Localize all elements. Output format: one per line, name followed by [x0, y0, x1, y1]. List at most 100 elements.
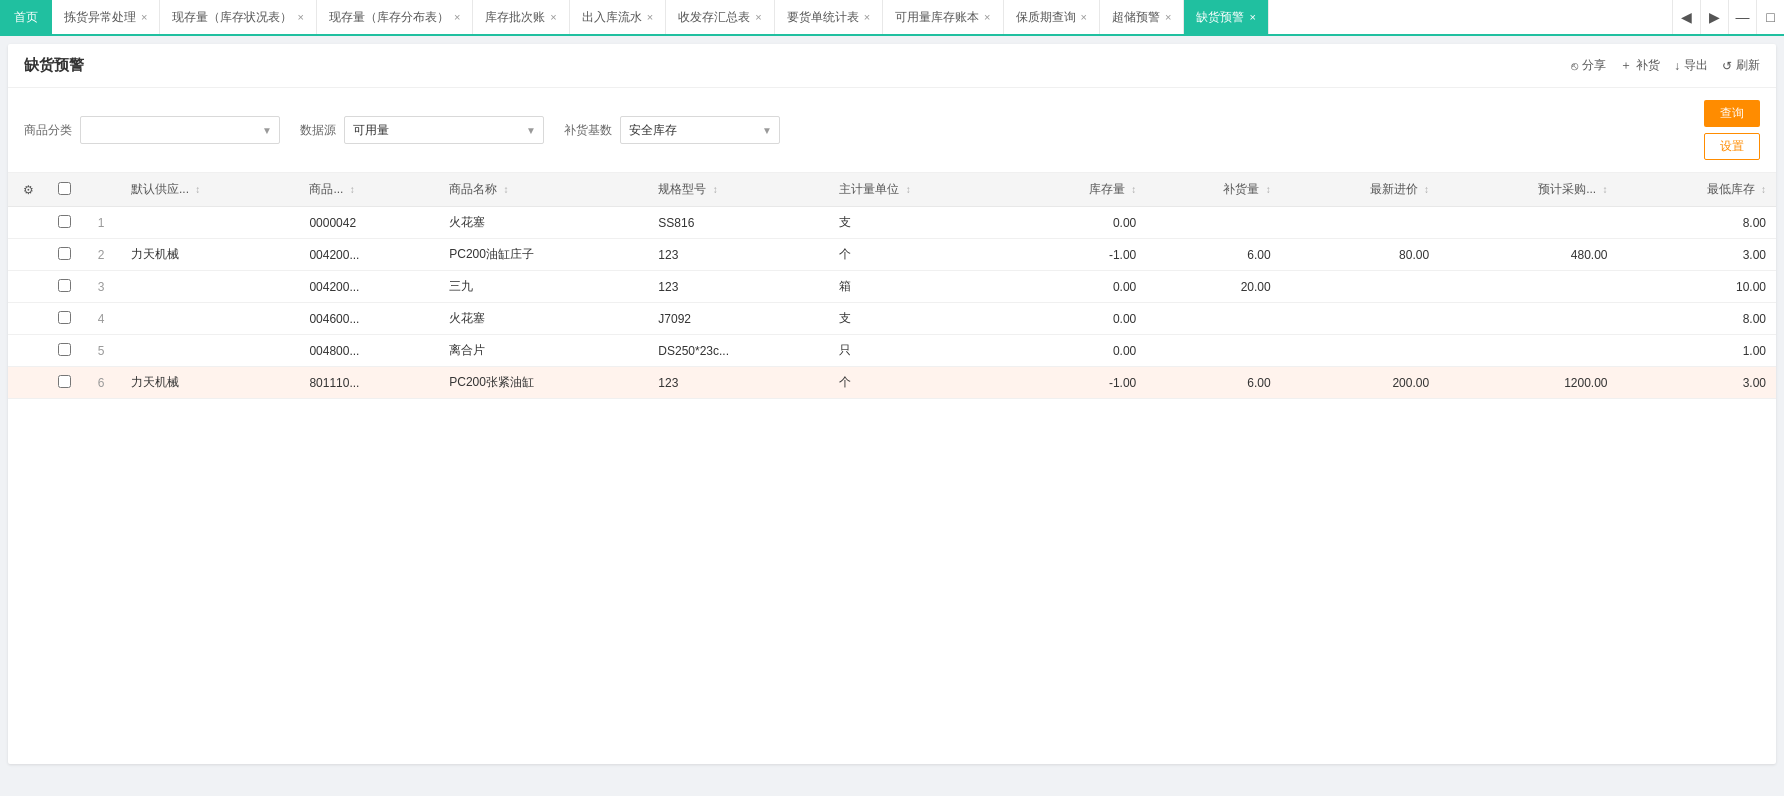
tab-nav-right[interactable]: ▶ — [1700, 0, 1728, 35]
tab-close-7[interactable]: × — [984, 11, 990, 23]
tab-label-7: 可用量库存账本 — [895, 9, 979, 26]
tab-close-1[interactable]: × — [297, 11, 303, 23]
table-row: 4 004600... 火花塞 J7092 支 0.00 8.00 — [8, 303, 1776, 335]
tab-close-2[interactable]: × — [454, 11, 460, 23]
tab-item-7[interactable]: 可用量库存账本 × — [883, 0, 1003, 34]
tab-item-10[interactable]: 缺货预警 × — [1184, 0, 1268, 34]
th-replenish[interactable]: 补货量 ↕ — [1146, 173, 1280, 207]
data-table: ⚙ 默认供应... ↕ 商品... ↕ 商品名称 ↕ — [8, 173, 1776, 399]
page-container: 缺货预警 ⎋ 分享 ＋ 补货 ↓ 导出 ↺ 刷新 商品分类 — [8, 44, 1776, 764]
th-product-name-sort-icon: ↕ — [504, 184, 509, 195]
row-gear-2[interactable] — [8, 271, 48, 303]
row-unit-5: 个 — [829, 367, 1011, 399]
share-action[interactable]: ⎋ 分享 — [1571, 57, 1606, 74]
row-replenish-4 — [1146, 335, 1280, 367]
tab-nav-left[interactable]: ◀ — [1672, 0, 1700, 35]
tab-item-5[interactable]: 收发存汇总表 × — [666, 0, 774, 34]
row-replenish-1: 6.00 — [1146, 239, 1280, 271]
row-estimated-purchase-4 — [1439, 335, 1617, 367]
row-code-1: 004200... — [299, 239, 439, 271]
th-unit[interactable]: 主计量单位 ↕ — [829, 173, 1011, 207]
th-stock[interactable]: 库存量 ↕ — [1012, 173, 1146, 207]
row-checkbox-2[interactable] — [58, 279, 71, 292]
row-spec-2: 123 — [648, 271, 829, 303]
tab-item-3[interactable]: 库存批次账 × — [473, 0, 569, 34]
row-gear-4[interactable] — [8, 335, 48, 367]
category-select[interactable] — [80, 116, 280, 144]
row-checkbox-4[interactable] — [58, 343, 71, 356]
row-min-stock-5: 3.00 — [1618, 367, 1776, 399]
row-replenish-2: 20.00 — [1146, 271, 1280, 303]
th-latest-price[interactable]: 最新进价 ↕ — [1281, 173, 1439, 207]
row-checkbox-5[interactable] — [58, 375, 71, 388]
row-latest-price-4 — [1281, 335, 1439, 367]
th-estimated-purchase[interactable]: 预计采购... ↕ — [1439, 173, 1617, 207]
row-gear-0[interactable] — [8, 207, 48, 239]
query-button[interactable]: 查询 — [1704, 100, 1760, 127]
replenish-base-filter-group: 补货基数 安全库存 最低库存 — [564, 116, 780, 144]
row-latest-price-5: 200.00 — [1281, 367, 1439, 399]
tab-label-10: 缺货预警 — [1196, 9, 1244, 26]
th-supplier[interactable]: 默认供应... ↕ — [121, 173, 299, 207]
tab-home[interactable]: 首页 — [0, 0, 52, 34]
tab-close-10[interactable]: × — [1249, 11, 1255, 23]
tab-item-4[interactable]: 出入库流水 × — [570, 0, 666, 34]
row-name-0: 火花塞 — [439, 207, 648, 239]
tab-close-6[interactable]: × — [864, 11, 870, 23]
row-name-3: 火花塞 — [439, 303, 648, 335]
row-num-3: 4 — [81, 303, 121, 335]
tab-item-6[interactable]: 要货单统计表 × — [775, 0, 883, 34]
settings-button[interactable]: 设置 — [1704, 133, 1760, 160]
tab-item-2[interactable]: 现存量（库存分布表） × — [317, 0, 473, 34]
th-estimated-purchase-label: 预计采购... — [1538, 182, 1596, 196]
row-replenish-0 — [1146, 207, 1280, 239]
tab-minimize[interactable]: — — [1728, 0, 1756, 35]
tab-item-9[interactable]: 超储预警 × — [1100, 0, 1184, 34]
row-checkbox-1[interactable] — [58, 247, 71, 260]
row-gear-5[interactable] — [8, 367, 48, 399]
header-actions: ⎋ 分享 ＋ 补货 ↓ 导出 ↺ 刷新 — [1571, 57, 1760, 74]
row-unit-2: 箱 — [829, 271, 1011, 303]
row-name-2: 三九 — [439, 271, 648, 303]
th-min-stock[interactable]: 最低库存 ↕ — [1618, 173, 1776, 207]
th-gear[interactable]: ⚙ — [8, 173, 48, 207]
replenish-base-select[interactable]: 安全库存 最低库存 — [620, 116, 780, 144]
th-spec[interactable]: 规格型号 ↕ — [648, 173, 829, 207]
replenish-base-select-wrapper: 安全库存 最低库存 — [620, 116, 780, 144]
select-all-checkbox[interactable] — [58, 182, 71, 195]
tab-label-1: 现存量（库存状况表） — [172, 9, 292, 26]
th-product-code[interactable]: 商品... ↕ — [299, 173, 439, 207]
refresh-label: 刷新 — [1736, 57, 1760, 74]
tab-item-8[interactable]: 保质期查询 × — [1004, 0, 1100, 34]
row-gear-3[interactable] — [8, 303, 48, 335]
tab-close-3[interactable]: × — [550, 11, 556, 23]
tab-item-0[interactable]: 拣货异常处理 × — [52, 0, 160, 34]
th-product-name[interactable]: 商品名称 ↕ — [439, 173, 648, 207]
export-icon: ↓ — [1674, 59, 1680, 73]
row-checkbox-cell-4 — [48, 335, 81, 367]
tab-label-8: 保质期查询 — [1016, 9, 1076, 26]
row-latest-price-0 — [1281, 207, 1439, 239]
row-estimated-purchase-0 — [1439, 207, 1617, 239]
row-spec-5: 123 — [648, 367, 829, 399]
tab-close-4[interactable]: × — [647, 11, 653, 23]
replenish-action[interactable]: ＋ 补货 — [1620, 57, 1660, 74]
tab-close-8[interactable]: × — [1081, 11, 1087, 23]
tab-maximize[interactable]: □ — [1756, 0, 1784, 35]
refresh-action[interactable]: ↺ 刷新 — [1722, 57, 1760, 74]
datasource-select[interactable]: 可用量 库存量 — [344, 116, 544, 144]
row-checkbox-cell-3 — [48, 303, 81, 335]
row-code-5: 801110... — [299, 367, 439, 399]
row-gear-1[interactable] — [8, 239, 48, 271]
tab-close-5[interactable]: × — [755, 11, 761, 23]
tab-close-9[interactable]: × — [1165, 11, 1171, 23]
tab-item-1[interactable]: 现存量（库存状况表） × — [160, 0, 316, 34]
tab-close-0[interactable]: × — [141, 11, 147, 23]
row-estimated-purchase-5: 1200.00 — [1439, 367, 1617, 399]
row-name-4: 离合片 — [439, 335, 648, 367]
row-spec-4: DS250*23c... — [648, 335, 829, 367]
row-replenish-5: 6.00 — [1146, 367, 1280, 399]
export-action[interactable]: ↓ 导出 — [1674, 57, 1708, 74]
row-checkbox-3[interactable] — [58, 311, 71, 324]
row-checkbox-0[interactable] — [58, 215, 71, 228]
